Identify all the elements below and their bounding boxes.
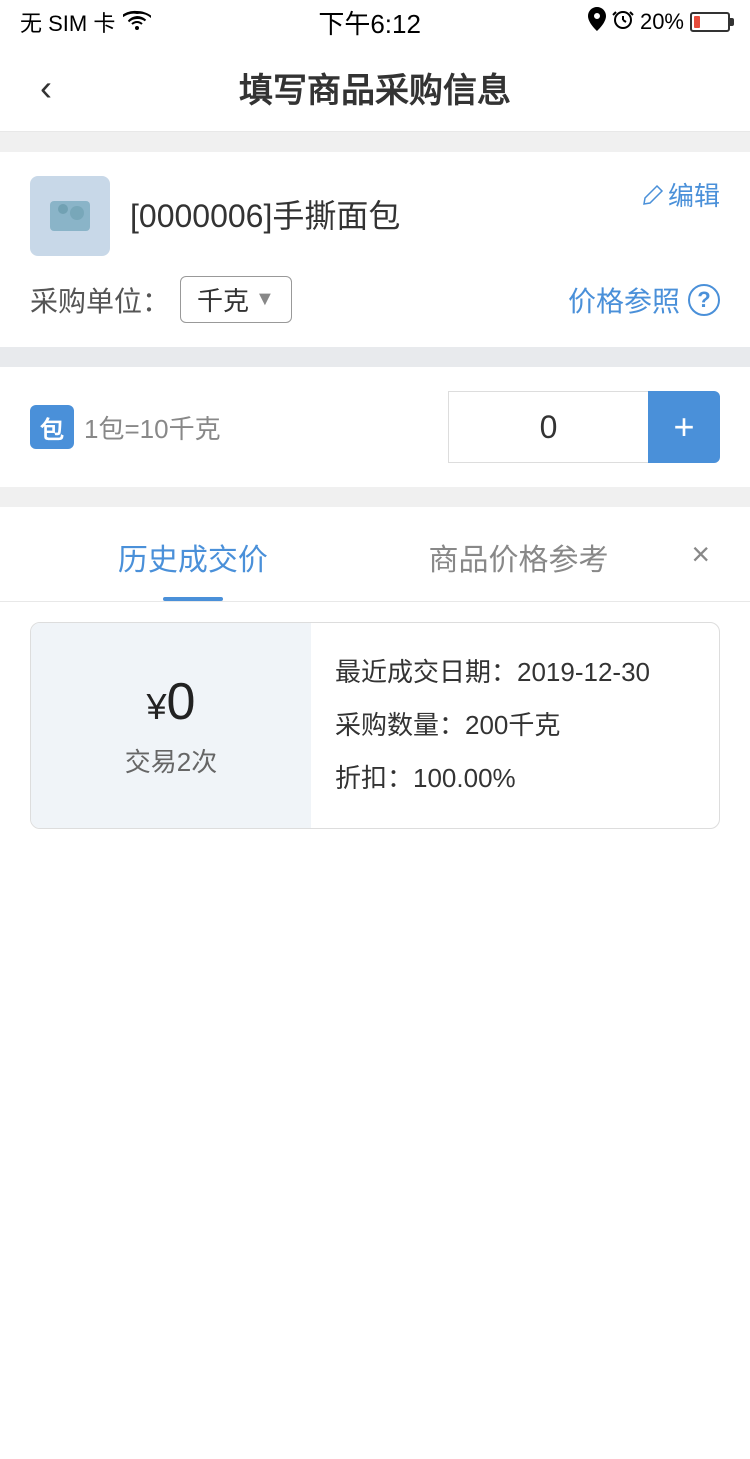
quantity-input[interactable] bbox=[448, 391, 648, 463]
bottom-space bbox=[0, 859, 750, 1459]
unit-label: 采购单位： bbox=[30, 280, 170, 320]
dropdown-arrow-icon: ▼ bbox=[255, 288, 275, 311]
recent-date-row: 最近成交日期：2019-12-30 bbox=[335, 653, 695, 692]
product-left: [0000006]手撕面包 bbox=[30, 176, 400, 256]
product-unit-row: 采购单位： 千克 ▼ 价格参照 ? bbox=[30, 276, 720, 323]
unit-left: 采购单位： 千克 ▼ bbox=[30, 276, 292, 323]
unit-select[interactable]: 千克 ▼ bbox=[180, 276, 292, 323]
price-right-panel: 最近成交日期：2019-12-30 采购数量：200千克 折扣：100.00% bbox=[311, 623, 719, 828]
package-icon: 包 bbox=[30, 405, 74, 449]
page-title: 填写商品采购信息 bbox=[239, 63, 511, 112]
battery-text: 20% bbox=[640, 9, 684, 35]
tabs-container: 历史成交价 商品价格参考 × bbox=[0, 507, 750, 602]
unit-equiv-text: 1包=10千克 bbox=[84, 409, 221, 446]
product-header: [0000006]手撕面包 编辑 bbox=[30, 176, 720, 256]
edit-button[interactable]: 编辑 bbox=[642, 176, 720, 213]
price-amount: ¥0 bbox=[147, 672, 196, 732]
back-button[interactable]: ‹ bbox=[30, 57, 62, 119]
status-bar: 无 SIM 卡 下午6:12 20% bbox=[0, 0, 750, 44]
tab-history-price[interactable]: 历史成交价 bbox=[30, 507, 356, 601]
tab-close-button[interactable]: × bbox=[681, 526, 720, 583]
battery-icon bbox=[690, 12, 730, 32]
price-ref-button[interactable]: 价格参照 ? bbox=[568, 280, 720, 320]
help-icon: ? bbox=[688, 284, 720, 316]
currency-symbol: ¥ bbox=[147, 686, 167, 727]
price-tx-count: 交易2次 bbox=[125, 742, 217, 779]
product-thumbnail bbox=[30, 176, 110, 256]
nav-bar: ‹ 填写商品采购信息 bbox=[0, 44, 750, 132]
quantity-label: 包 1包=10千克 bbox=[30, 405, 221, 449]
discount-row: 折扣：100.00% bbox=[335, 759, 695, 798]
status-time: 下午6:12 bbox=[318, 4, 421, 41]
wifi-icon bbox=[123, 8, 151, 36]
quantity-input-wrap: + bbox=[448, 391, 720, 463]
product-card: [0000006]手撕面包 编辑 采购单位： 千克 ▼ 价格参照 ? bbox=[0, 152, 750, 347]
tabs-header: 历史成交价 商品价格参考 × bbox=[0, 507, 750, 601]
price-left-panel: ¥0 交易2次 bbox=[31, 623, 311, 828]
quantity-plus-button[interactable]: + bbox=[648, 391, 720, 463]
location-icon bbox=[588, 7, 606, 37]
price-card: ¥0 交易2次 最近成交日期：2019-12-30 采购数量：200千克 折扣：… bbox=[0, 602, 750, 859]
product-name: [0000006]手撕面包 bbox=[130, 194, 400, 239]
price-card-inner: ¥0 交易2次 最近成交日期：2019-12-30 采购数量：200千克 折扣：… bbox=[30, 622, 720, 829]
qty-row: 采购数量：200千克 bbox=[335, 706, 695, 745]
carrier-text: 无 SIM 卡 bbox=[20, 6, 115, 38]
tab-price-ref[interactable]: 商品价格参考 bbox=[356, 507, 682, 601]
alarm-icon bbox=[612, 8, 634, 36]
quantity-row: 包 1包=10千克 + bbox=[0, 367, 750, 487]
status-left: 无 SIM 卡 bbox=[20, 6, 151, 38]
status-right: 20% bbox=[588, 7, 730, 37]
section-divider bbox=[0, 347, 750, 367]
